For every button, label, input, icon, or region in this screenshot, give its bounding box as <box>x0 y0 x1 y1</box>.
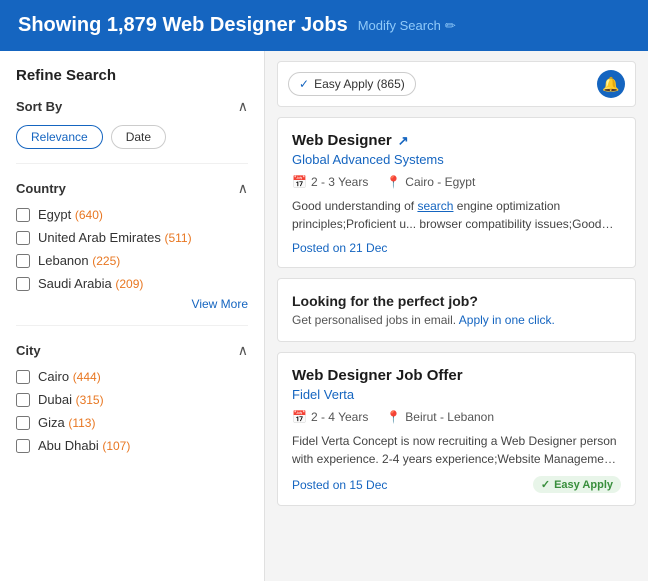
sidebar: Refine Search Sort By ∧ Relevance Date C… <box>0 51 265 581</box>
promo-desc: Get personalised jobs in email. Apply in… <box>292 313 621 327</box>
easy-apply-check-icon: ✓ <box>541 478 550 491</box>
job-card-1: Web Designer ↗ Global Advanced Systems 📅… <box>277 117 636 268</box>
briefcase-icon-1: 📅 <box>292 175 307 189</box>
country-lebanon-checkbox[interactable] <box>16 254 30 268</box>
content-area: ✓ Easy Apply (865) 🔔 Web Designer ↗ Glob… <box>265 51 648 581</box>
city-label: City <box>16 343 41 358</box>
country-uae-label: United Arab Emirates (511) <box>38 230 192 245</box>
modify-search-button[interactable]: Modify Search ✏ <box>358 18 456 34</box>
city-giza-checkbox[interactable] <box>16 416 30 430</box>
bell-icon: 🔔 <box>602 76 619 93</box>
country-saudi-label: Saudi Arabia (209) <box>38 276 143 291</box>
location-icon-2: 📍 <box>386 410 401 424</box>
job-meta-2: 📅 2 - 4 Years 📍 Beirut - Lebanon <box>292 410 621 424</box>
job-title-1: Web Designer ↗ <box>292 132 621 149</box>
promo-title: Looking for the perfect job? <box>292 293 621 309</box>
job-card-2: Web Designer Job Offer Fidel Verta 📅 2 -… <box>277 352 636 506</box>
refine-search-title: Refine Search <box>16 67 248 84</box>
city-cairo[interactable]: Cairo (444) <box>16 369 248 384</box>
filter-tags-row: ✓ Easy Apply (865) 🔔 <box>277 61 636 107</box>
country-lebanon[interactable]: Lebanon (225) <box>16 253 248 268</box>
external-link-icon-1: ↗ <box>398 133 409 149</box>
sort-by-section: Sort By ∧ Relevance Date <box>16 98 248 164</box>
experience-meta-1: 📅 2 - 3 Years <box>292 175 368 189</box>
job-meta-1: 📅 2 - 3 Years 📍 Cairo - Egypt <box>292 175 621 189</box>
sort-by-header: Sort By ∧ <box>16 98 248 115</box>
promo-card: Looking for the perfect job? Get persona… <box>277 278 636 342</box>
country-uae-checkbox[interactable] <box>16 231 30 245</box>
country-lebanon-label: Lebanon (225) <box>38 253 120 268</box>
tag-check-icon: ✓ <box>299 77 309 91</box>
country-view-more[interactable]: View More <box>16 297 248 311</box>
city-giza[interactable]: Giza (113) <box>16 415 248 430</box>
company-name-2[interactable]: Fidel Verta <box>292 387 621 402</box>
briefcase-icon-2: 📅 <box>292 410 307 424</box>
sort-by-chevron-icon: ∧ <box>238 98 248 115</box>
country-header: Country ∧ <box>16 180 248 197</box>
experience-meta-2: 📅 2 - 4 Years <box>292 410 368 424</box>
location-icon-1: 📍 <box>386 175 401 189</box>
country-saudi-checkbox[interactable] <box>16 277 30 291</box>
easy-apply-filter-tag[interactable]: ✓ Easy Apply (865) <box>288 72 416 96</box>
country-egypt-label: Egypt (640) <box>38 207 103 222</box>
city-section: City ∧ Cairo (444) Dubai (315) Giza (113… <box>16 342 248 467</box>
sort-by-label: Sort By <box>16 99 62 114</box>
country-label: Country <box>16 181 66 196</box>
city-dubai-checkbox[interactable] <box>16 393 30 407</box>
country-list: Egypt (640) United Arab Emirates (511) L… <box>16 207 248 291</box>
sort-relevance-button[interactable]: Relevance <box>16 125 103 149</box>
city-giza-label: Giza (113) <box>38 415 95 430</box>
country-section: Country ∧ Egypt (640) United Arab Emirat… <box>16 180 248 326</box>
city-list: Cairo (444) Dubai (315) Giza (113) Abu D… <box>16 369 248 453</box>
country-egypt-checkbox[interactable] <box>16 208 30 222</box>
easy-apply-label: Easy Apply <box>554 479 613 491</box>
city-abudhabi[interactable]: Abu Dhabi (107) <box>16 438 248 453</box>
city-chevron-icon: ∧ <box>238 342 248 359</box>
posted-date-1: Posted on 21 Dec <box>292 241 621 255</box>
country-saudi[interactable]: Saudi Arabia (209) <box>16 276 248 291</box>
sort-date-button[interactable]: Date <box>111 125 166 149</box>
easy-apply-badge-2[interactable]: ✓ Easy Apply <box>533 476 621 493</box>
city-dubai-label: Dubai (315) <box>38 392 104 407</box>
header: Showing 1,879 Web Designer Jobs Modify S… <box>0 0 648 51</box>
easy-apply-tag-label: Easy Apply (865) <box>314 77 405 91</box>
pencil-icon: ✏ <box>445 18 456 34</box>
city-cairo-checkbox[interactable] <box>16 370 30 384</box>
sort-buttons: Relevance Date <box>16 125 248 149</box>
page-title: Showing 1,879 Web Designer Jobs <box>18 14 348 37</box>
city-abudhabi-checkbox[interactable] <box>16 439 30 453</box>
posted-date-2: Posted on 15 Dec <box>292 478 387 492</box>
country-uae[interactable]: United Arab Emirates (511) <box>16 230 248 245</box>
notification-button[interactable]: 🔔 <box>597 70 625 98</box>
city-dubai[interactable]: Dubai (315) <box>16 392 248 407</box>
modify-search-label: Modify Search <box>358 18 441 33</box>
city-header: City ∧ <box>16 342 248 359</box>
main-layout: Refine Search Sort By ∧ Relevance Date C… <box>0 51 648 581</box>
location-meta-2: 📍 Beirut - Lebanon <box>386 410 494 424</box>
location-meta-1: 📍 Cairo - Egypt <box>386 175 475 189</box>
city-cairo-label: Cairo (444) <box>38 369 101 384</box>
country-egypt[interactable]: Egypt (640) <box>16 207 248 222</box>
country-chevron-icon: ∧ <box>238 180 248 197</box>
job-desc-1: Good understanding of search engine opti… <box>292 197 621 233</box>
city-abudhabi-label: Abu Dhabi (107) <box>38 438 130 453</box>
job-desc-2: Fidel Verta Concept is now recruiting a … <box>292 432 621 468</box>
job-title-2: Web Designer Job Offer <box>292 367 621 384</box>
company-name-1[interactable]: Global Advanced Systems <box>292 152 621 167</box>
